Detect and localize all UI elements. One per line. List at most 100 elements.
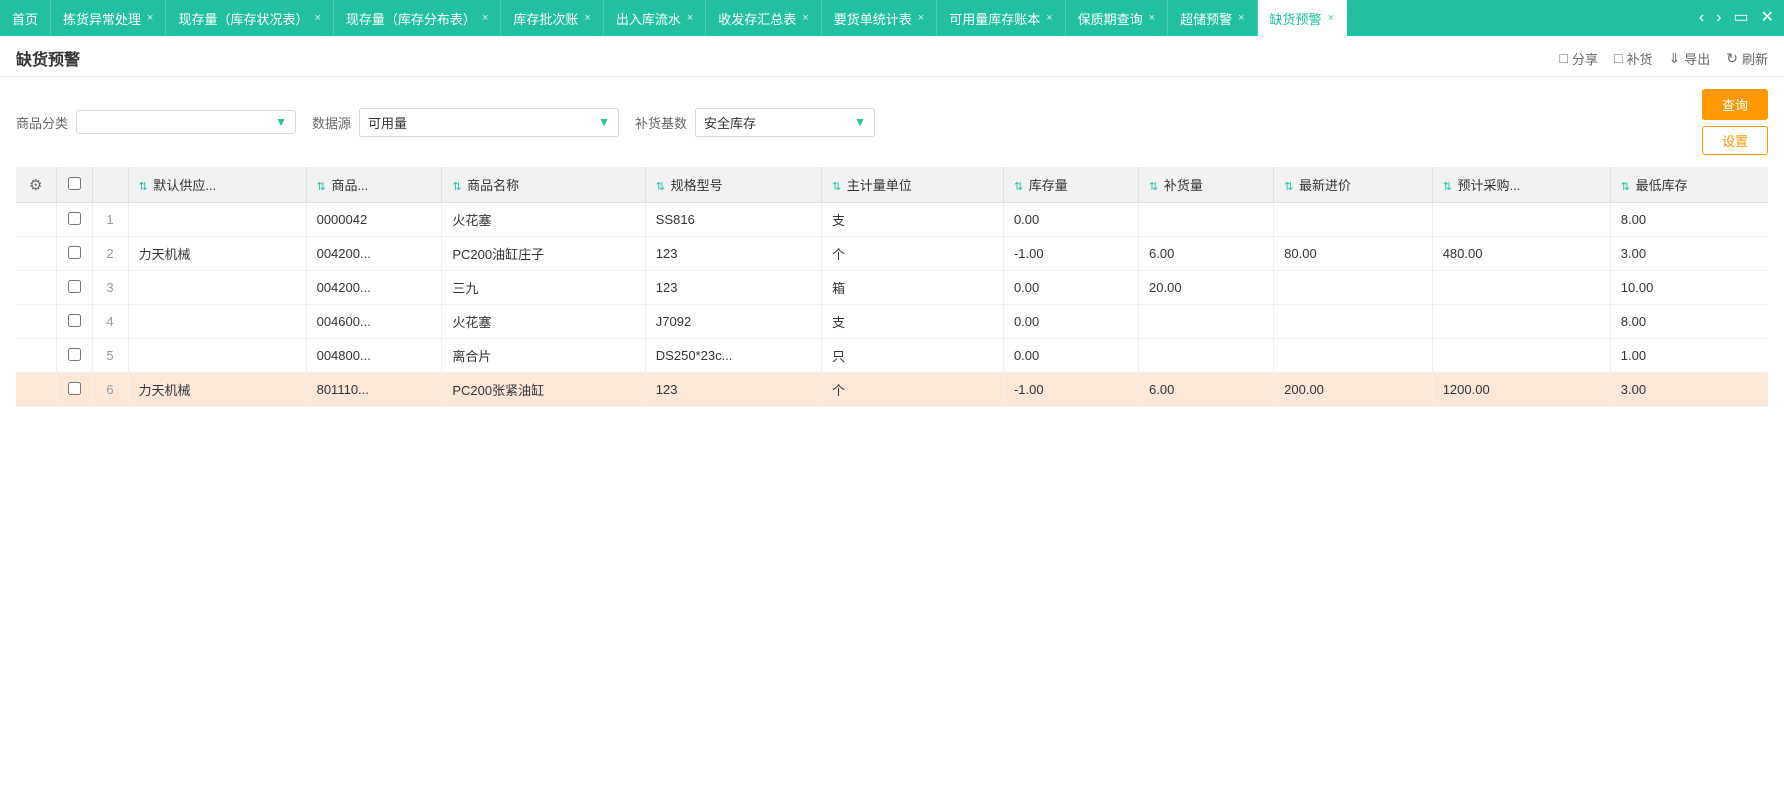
row-checkbox-cell[interactable] <box>56 373 92 407</box>
col-code-header[interactable]: ⇅ 商品... <box>306 167 442 203</box>
row-est-purchase: 1200.00 <box>1432 373 1610 407</box>
export-button[interactable]: ⇓ 导出 <box>1669 49 1711 68</box>
row-replenish: 6.00 <box>1139 373 1274 407</box>
row-checkbox[interactable] <box>68 280 81 293</box>
share-button[interactable]: □ 分享 <box>1560 49 1598 68</box>
col-check-header[interactable] <box>56 167 92 203</box>
close-icon[interactable]: × <box>584 12 590 24</box>
row-checkbox[interactable] <box>68 314 81 327</box>
col-name-header[interactable]: ⇅ 商品名称 <box>442 167 645 203</box>
row-checkbox-cell[interactable] <box>56 237 92 271</box>
close-icon[interactable]: × <box>1149 12 1155 24</box>
row-checkbox-cell[interactable] <box>56 305 92 339</box>
category-select[interactable]: ▼ <box>76 110 296 134</box>
row-checkbox[interactable] <box>68 382 81 395</box>
close-icon[interactable]: × <box>1046 12 1052 24</box>
close-icon[interactable]: × <box>802 12 808 24</box>
row-spec: 123 <box>645 237 821 271</box>
col-supplier-header[interactable]: ⇅ 默认供应... <box>128 167 306 203</box>
row-name: 火花塞 <box>442 203 645 237</box>
row-checkbox[interactable] <box>68 246 81 259</box>
tab-prev-button[interactable]: ‹ <box>1693 0 1710 36</box>
table-row: 1 0000042 火花塞 SS816 支 0.00 8.00 <box>16 203 1768 237</box>
row-name: PC200油缸庄子 <box>442 237 645 271</box>
base-select[interactable]: 安全库存 ▼ <box>695 108 875 137</box>
datasource-select[interactable]: 可用量 ▼ <box>359 108 619 137</box>
tab-available-ledger[interactable]: 可用量库存账本 × <box>937 0 1065 36</box>
row-est-purchase <box>1432 305 1610 339</box>
tab-pick-exception[interactable]: 拣货异常处理 × <box>51 0 166 36</box>
row-spec: 123 <box>645 373 821 407</box>
col-stock-header[interactable]: ⇅ 库存量 <box>1003 167 1138 203</box>
base-value: 安全库存 <box>704 113 756 132</box>
col-min-stock-header[interactable]: ⇅ 最低库存 <box>1610 167 1768 203</box>
sort-icon: ⇅ <box>317 181 326 193</box>
close-icon[interactable]: × <box>1328 12 1334 24</box>
row-stock: 0.00 <box>1003 271 1138 305</box>
close-icon[interactable]: × <box>147 12 153 24</box>
row-est-purchase <box>1432 339 1610 373</box>
close-icon[interactable]: × <box>482 12 488 24</box>
close-icon[interactable]: × <box>314 12 320 24</box>
row-stock: 0.00 <box>1003 339 1138 373</box>
table-row: 4 004600... 火花塞 J7092 支 0.00 8.00 <box>16 305 1768 339</box>
tab-receive-summary[interactable]: 收发存汇总表 × <box>706 0 821 36</box>
row-supplier: 力天机械 <box>128 373 306 407</box>
row-checkbox[interactable] <box>68 212 81 225</box>
table-row: 3 004200... 三九 123 箱 0.00 20.00 10.00 <box>16 271 1768 305</box>
close-icon[interactable]: × <box>687 12 693 24</box>
settings-button[interactable]: 设置 <box>1702 126 1768 155</box>
row-num: 5 <box>92 339 128 373</box>
sort-icon: ⇅ <box>452 181 461 193</box>
row-est-purchase: 480.00 <box>1432 237 1610 271</box>
tab-expiry-query[interactable]: 保质期查询 × <box>1066 0 1168 36</box>
row-latest-price <box>1274 203 1433 237</box>
row-checkbox-cell[interactable] <box>56 203 92 237</box>
tab-next-button[interactable]: › <box>1710 0 1727 36</box>
row-name: 火花塞 <box>442 305 645 339</box>
tab-controls: ‹ › ▭ ✕ <box>1693 0 1784 36</box>
sort-icon: ⇅ <box>832 181 841 193</box>
row-latest-price <box>1274 305 1433 339</box>
row-checkbox-cell[interactable] <box>56 339 92 373</box>
tab-restore-button[interactable]: ▭ <box>1727 0 1754 36</box>
select-all-checkbox[interactable] <box>68 177 81 190</box>
table-row: 2 力天机械 004200... PC200油缸庄子 123 个 -1.00 6… <box>16 237 1768 271</box>
row-checkbox-cell[interactable] <box>56 271 92 305</box>
row-replenish <box>1139 203 1274 237</box>
tab-overstock-warning[interactable]: 超储预警 × <box>1168 0 1257 36</box>
query-button[interactable]: 查询 <box>1702 89 1768 120</box>
col-settings-header[interactable]: ⚙ <box>16 167 56 203</box>
col-latest-price-header[interactable]: ⇅ 最新进价 <box>1274 167 1433 203</box>
gear-icon[interactable]: ⚙ <box>29 177 42 194</box>
col-est-purchase-header[interactable]: ⇅ 预计采购... <box>1432 167 1610 203</box>
base-label: 补货基数 <box>635 113 687 132</box>
row-num: 4 <box>92 305 128 339</box>
refresh-button[interactable]: ↻ 刷新 <box>1726 49 1768 68</box>
row-supplier <box>128 305 306 339</box>
tab-batch-account[interactable]: 库存批次账 × <box>501 0 603 36</box>
tab-bar: 首页 拣货异常处理 × 现存量（库存状况表） × 现存量（库存分布表） × 库存… <box>0 0 1784 36</box>
row-checkbox[interactable] <box>68 348 81 361</box>
page-title: 缺货预警 <box>16 46 1560 70</box>
tab-current-stock-dist[interactable]: 现存量（库存分布表） × <box>334 0 501 36</box>
tab-close-button[interactable]: ✕ <box>1755 0 1780 36</box>
row-num: 6 <box>92 373 128 407</box>
row-supplier <box>128 271 306 305</box>
close-icon[interactable]: × <box>1238 12 1244 24</box>
close-icon[interactable]: × <box>918 12 924 24</box>
row-replenish: 6.00 <box>1139 237 1274 271</box>
tab-shortage-warning[interactable]: 缺货预警 × <box>1258 0 1347 36</box>
tab-demand-stats[interactable]: 要货单统计表 × <box>822 0 937 36</box>
row-stock: -1.00 <box>1003 237 1138 271</box>
col-replenish-header[interactable]: ⇅ 补货量 <box>1139 167 1274 203</box>
col-unit-header[interactable]: ⇅ 主计量单位 <box>821 167 1003 203</box>
tab-current-stock-status[interactable]: 现存量（库存状况表） × <box>166 0 333 36</box>
tab-home[interactable]: 首页 <box>0 0 51 36</box>
tab-inout-flow[interactable]: 出入库流水 × <box>604 0 706 36</box>
replenish-button[interactable]: □ 补货 <box>1614 49 1652 68</box>
table-row: 6 力天机械 801110... PC200张紧油缸 123 个 -1.00 6… <box>16 373 1768 407</box>
row-latest-price <box>1274 271 1433 305</box>
col-spec-header[interactable]: ⇅ 规格型号 <box>645 167 821 203</box>
row-min-stock: 3.00 <box>1610 237 1768 271</box>
